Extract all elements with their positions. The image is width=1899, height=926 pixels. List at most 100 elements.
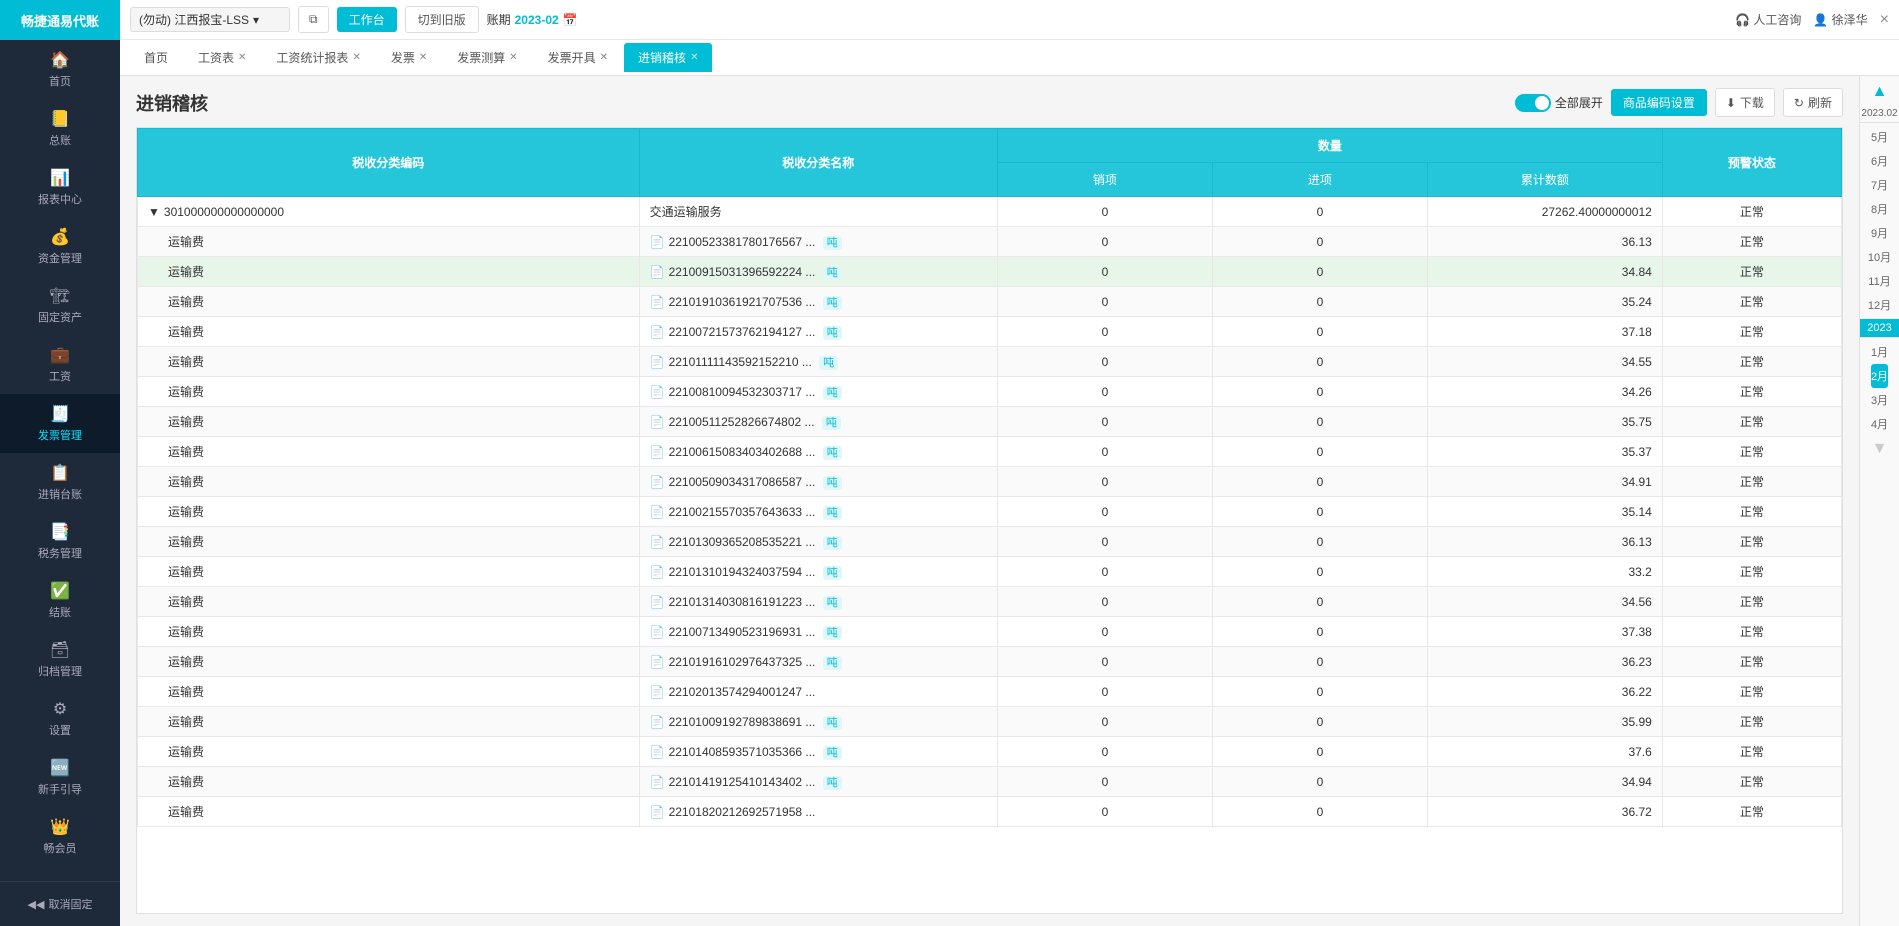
item-name: 运输费 bbox=[138, 287, 640, 317]
th-sales: 销项 bbox=[997, 163, 1212, 197]
month-item[interactable]: 2月 bbox=[1871, 364, 1888, 388]
company-selector[interactable]: (勿动) 江西报宝-LSS ▾ bbox=[130, 7, 290, 32]
sidebar-item-settle[interactable]: ✅结账 bbox=[0, 571, 120, 630]
pin-icon: ◀◀ bbox=[28, 898, 45, 911]
month-item[interactable]: 10月 bbox=[1868, 245, 1891, 269]
month-item[interactable]: 7月 bbox=[1868, 173, 1891, 197]
calendar-icon[interactable]: 📅 bbox=[563, 13, 578, 27]
download-button[interactable]: ⬇ 下载 bbox=[1715, 88, 1775, 117]
page: 进销稽核 全部展开 商品编码设置 ⬇ 下载 ↻ 刷新 bbox=[120, 76, 1859, 926]
month-item[interactable]: 9月 bbox=[1868, 221, 1891, 245]
workspace-button[interactable]: 工作台 bbox=[337, 7, 397, 32]
month-item[interactable]: 6月 bbox=[1868, 149, 1891, 173]
tab-close-icon[interactable]: ✕ bbox=[352, 52, 360, 63]
sidebar-item-purchase-sales[interactable]: 📋进销台账 bbox=[0, 453, 120, 512]
doc-icon: 📄 bbox=[650, 745, 665, 759]
sidebar-item-guide[interactable]: 🆕新手引导 bbox=[0, 748, 120, 807]
sidebar-item-salary[interactable]: 💼工资 bbox=[0, 335, 120, 394]
month-item[interactable]: 12月 bbox=[1868, 293, 1891, 317]
sidebar-item-member[interactable]: 👑畅会员 bbox=[0, 807, 120, 866]
user-label[interactable]: 👤 徐泽华 bbox=[1813, 11, 1867, 28]
sidebar-item-label: 固定资产 bbox=[38, 309, 82, 325]
tab-close-icon[interactable]: ✕ bbox=[419, 52, 427, 63]
item-sales: 0 bbox=[997, 287, 1212, 317]
tab-invoice-open[interactable]: 发票开具✕ bbox=[534, 43, 622, 72]
item-amount: 36.23 bbox=[1427, 647, 1662, 677]
item-input: 0 bbox=[1212, 587, 1427, 617]
tab-salary[interactable]: 工资表✕ bbox=[184, 43, 260, 72]
sidebar-item-label: 工资 bbox=[49, 368, 71, 384]
page-actions: 全部展开 商品编码设置 ⬇ 下载 ↻ 刷新 bbox=[1515, 88, 1843, 117]
month-item[interactable]: 1月 bbox=[1871, 340, 1888, 364]
item-input: 0 bbox=[1212, 617, 1427, 647]
sidebar-item-funds[interactable]: 💰资金管理 bbox=[0, 217, 120, 276]
settings-icon: ⚙ bbox=[53, 699, 67, 719]
group-name: 交通运输服务 bbox=[639, 197, 997, 227]
tab-salary-stats[interactable]: 工资统计报表✕ bbox=[262, 43, 374, 72]
item-sales: 0 bbox=[997, 347, 1212, 377]
item-name: 运输费 bbox=[138, 257, 640, 287]
item-sales: 0 bbox=[997, 527, 1212, 557]
tab-close-icon[interactable]: ✕ bbox=[600, 52, 608, 63]
sidebar-item-settings[interactable]: ⚙设置 bbox=[0, 689, 120, 748]
tag-badge: 吨 bbox=[823, 506, 842, 520]
sidebar-item-assets[interactable]: 🏗固定资产 bbox=[0, 276, 120, 335]
item-status: 正常 bbox=[1662, 287, 1841, 317]
item-input: 0 bbox=[1212, 767, 1427, 797]
refresh-button[interactable]: ↻ 刷新 bbox=[1783, 88, 1843, 117]
month-item[interactable]: 5月 bbox=[1868, 125, 1891, 149]
th-tax-code: 税收分类编码 bbox=[138, 129, 640, 197]
nav-down-button[interactable]: ▼ bbox=[1870, 438, 1890, 460]
tag-badge: 吨 bbox=[823, 566, 842, 580]
sidebar-item-archive[interactable]: 🗃归档管理 bbox=[0, 630, 120, 689]
item-name: 运输费 bbox=[138, 677, 640, 707]
product-code-button[interactable]: 商品编码设置 bbox=[1611, 89, 1707, 116]
unpin-button[interactable]: ◀◀ 取消固定 bbox=[0, 890, 120, 918]
th-tax-name: 税收分类名称 bbox=[639, 129, 997, 197]
tag-badge: 吨 bbox=[823, 266, 842, 280]
item-sales: 0 bbox=[997, 647, 1212, 677]
expand-toggle[interactable]: 全部展开 bbox=[1515, 94, 1603, 112]
tab-close-icon[interactable]: ✕ bbox=[238, 52, 246, 63]
group-sales: 0 bbox=[997, 197, 1212, 227]
sidebar-item-home[interactable]: 🏠首页 bbox=[0, 40, 120, 99]
doc-icon: 📄 bbox=[650, 775, 665, 789]
tag-badge: 吨 bbox=[823, 536, 842, 550]
tab-label: 进销稽核 bbox=[638, 49, 686, 66]
switch-version-button[interactable]: 切到旧版 bbox=[405, 6, 479, 33]
reports-icon: 📊 bbox=[50, 168, 70, 188]
toggle-switch[interactable] bbox=[1515, 94, 1551, 112]
collapse-icon[interactable]: ▼ bbox=[148, 205, 160, 219]
tab-close-icon[interactable]: ✕ bbox=[509, 52, 517, 63]
tag-badge: 吨 bbox=[823, 626, 842, 640]
tab-invoice[interactable]: 发票✕ bbox=[377, 43, 441, 72]
item-name: 运输费 bbox=[138, 497, 640, 527]
item-amount: 35.37 bbox=[1427, 437, 1662, 467]
close-button[interactable]: × bbox=[1880, 11, 1889, 29]
doc-icon: 📄 bbox=[650, 595, 665, 609]
month-item[interactable]: 4月 bbox=[1871, 412, 1888, 436]
tag-badge: 吨 bbox=[823, 476, 842, 490]
item-invoice-id: 📄22100511252826674802 ... 吨 bbox=[639, 407, 997, 437]
tab-sales-check[interactable]: 进销稽核 ✕ bbox=[624, 43, 712, 72]
tab-close-icon[interactable]: ✕ bbox=[690, 52, 698, 63]
group-amount: 27262.40000000012 bbox=[1427, 197, 1662, 227]
item-name: 运输费 bbox=[138, 767, 640, 797]
month-item[interactable]: 11月 bbox=[1868, 269, 1891, 293]
item-sales: 0 bbox=[997, 617, 1212, 647]
copy-button[interactable]: ⧉ bbox=[298, 6, 329, 33]
month-item[interactable]: 8月 bbox=[1868, 197, 1891, 221]
month-item[interactable]: 3月 bbox=[1871, 388, 1888, 412]
sidebar-item-invoices[interactable]: 🧾发票管理 bbox=[0, 394, 120, 453]
item-amount: 36.13 bbox=[1427, 227, 1662, 257]
sidebar-item-ledger[interactable]: 📒总账 bbox=[0, 99, 120, 158]
sidebar-item-reports[interactable]: 📊报表中心 bbox=[0, 158, 120, 217]
sidebar-item-tax[interactable]: 📑税务管理 bbox=[0, 512, 120, 571]
tab-invoice-calc[interactable]: 发票测算✕ bbox=[443, 43, 531, 72]
nav-up-button[interactable]: ▲ bbox=[1870, 81, 1890, 103]
tab-home[interactable]: 首页 bbox=[130, 43, 182, 72]
item-input: 0 bbox=[1212, 527, 1427, 557]
support-label[interactable]: 🎧 人工咨询 bbox=[1735, 11, 1801, 28]
sidebar-item-label: 首页 bbox=[49, 73, 71, 89]
tag-badge: 吨 bbox=[823, 446, 842, 460]
